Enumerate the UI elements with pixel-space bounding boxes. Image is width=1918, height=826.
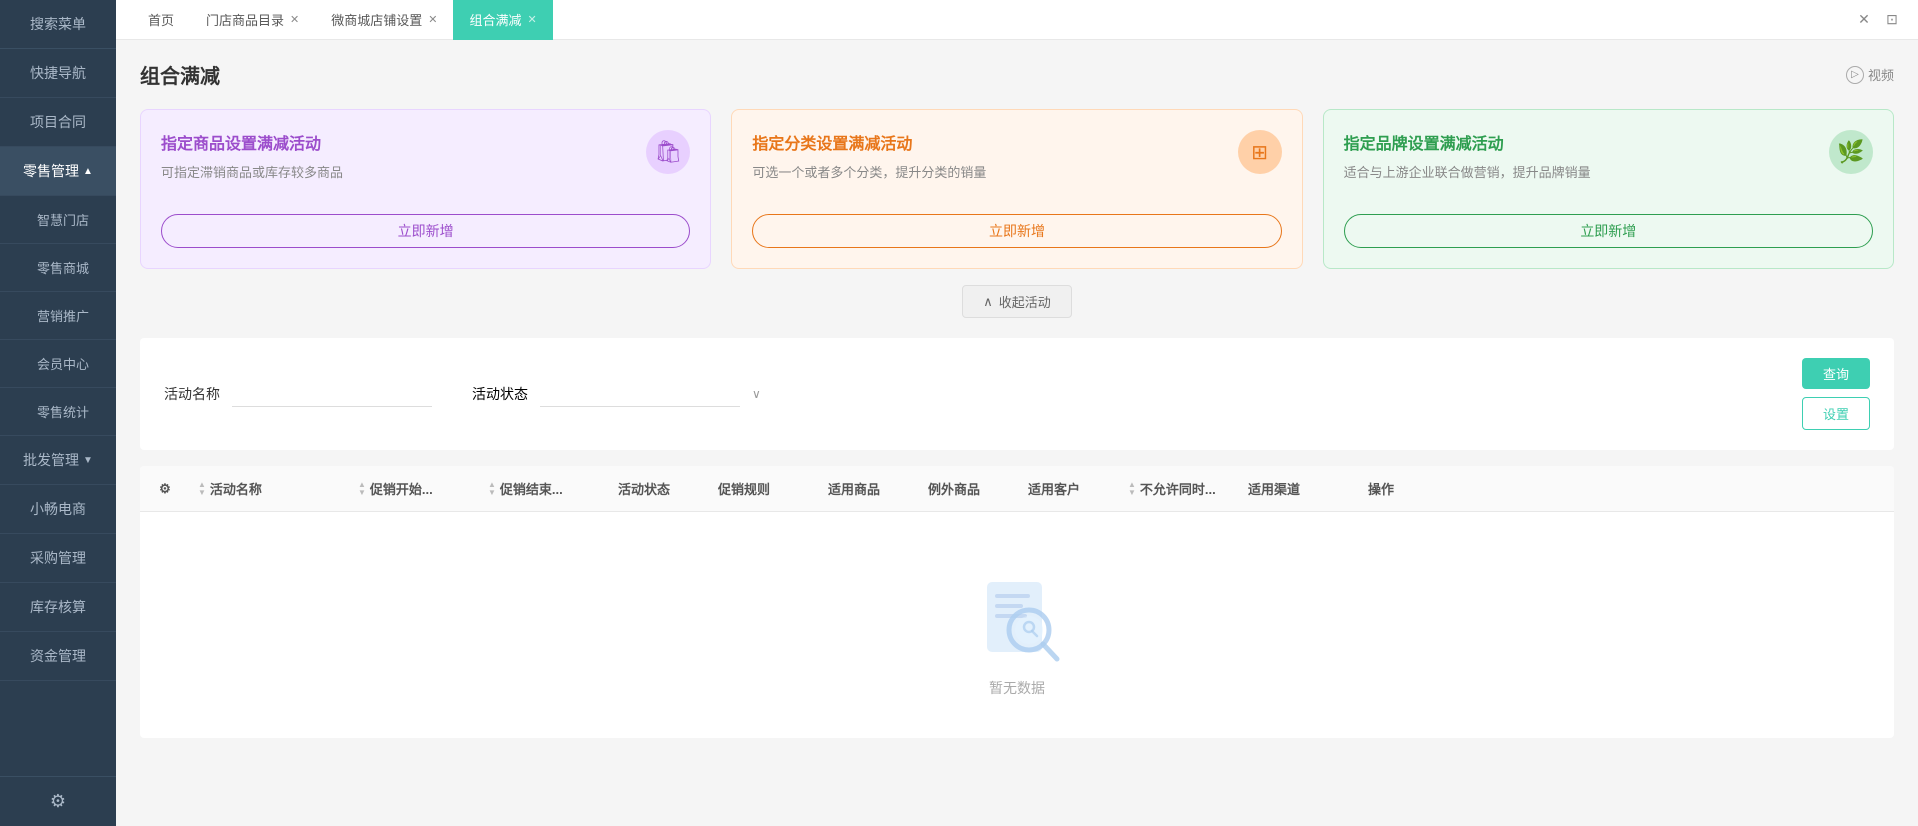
tab-actions: ✕ ⊡ xyxy=(1854,10,1902,30)
category-card-desc: 可选一个或者多个分类，提升分类的销量 xyxy=(752,162,1281,202)
settings-button[interactable]: ⚙ xyxy=(0,776,116,826)
collapse-activities-button[interactable]: ∧ 收起活动 xyxy=(962,285,1072,318)
th-channel: 适用渠道 xyxy=(1240,467,1360,510)
sidebar-item-member-center[interactable]: 会员中心 xyxy=(0,340,116,388)
bag-icon: 🛍 xyxy=(646,130,690,174)
tab-miniapp-store[interactable]: 微商城店铺设置 ✕ xyxy=(315,0,453,40)
search-area: 活动名称 活动状态 全部 进行中 已结束 未开始 ∨ 查询 设置 xyxy=(140,338,1894,450)
sidebar-search[interactable]: 搜索菜单 xyxy=(0,0,116,49)
sidebar: 搜索菜单 快捷导航 项目合同 零售管理 ▲ 智慧门店 零售商城 营销推广 会员中… xyxy=(0,0,116,826)
search-buttons: 查询 设置 xyxy=(1802,358,1870,430)
page-title: 组合满减 xyxy=(140,60,220,89)
settings-icon: ⚙ xyxy=(159,481,171,497)
th-action: 操作 xyxy=(1360,467,1894,510)
sidebar-item-smart-store[interactable]: 智慧门店 xyxy=(0,196,116,244)
tab-store-catalog[interactable]: 门店商品目录 ✕ xyxy=(190,0,315,40)
table-header: ⚙ ▲▼ 活动名称 ▲▼ 促销开始... ▲▼ 促销结束... 活动状态 xyxy=(140,466,1894,512)
sidebar-item-wholesale-mgmt[interactable]: 批发管理 ▼ xyxy=(0,436,116,485)
activity-name-input[interactable] xyxy=(232,382,432,407)
close-icon[interactable]: ✕ xyxy=(290,13,299,26)
video-link[interactable]: ▷ 视频 xyxy=(1846,65,1894,84)
tab-combo-discount[interactable]: 组合满减 ✕ xyxy=(453,0,552,40)
leaf-icon: 🌿 xyxy=(1829,130,1873,174)
th-customer: 适用客户 xyxy=(1020,467,1120,510)
query-button[interactable]: 查询 xyxy=(1802,358,1870,389)
category-card-add-button[interactable]: 立即新增 xyxy=(752,214,1281,248)
sidebar-item-project-contract[interactable]: 项目合同 xyxy=(0,98,116,147)
tab-home[interactable]: 首页 xyxy=(132,0,190,40)
main-area: 首页 门店商品目录 ✕ 微商城店铺设置 ✕ 组合满减 ✕ ✕ ⊡ 组合满减 ▷ … xyxy=(116,0,1918,826)
sidebar-item-xiaochangec[interactable]: 小畅电商 xyxy=(0,485,116,534)
sidebar-item-fund-mgmt[interactable]: 资金管理 xyxy=(0,632,116,681)
th-notallow[interactable]: ▲▼ 不允许同时... xyxy=(1120,467,1240,510)
th-settings[interactable]: ⚙ xyxy=(140,469,190,509)
page-content: 组合满减 ▷ 视频 🛍 指定商品设置满减活动 可指定滞销商品或库存较多商品 立即… xyxy=(116,40,1918,826)
product-card-desc: 可指定滞销商品或库存较多商品 xyxy=(161,162,690,202)
brand-card-title: 指定品牌设置满减活动 xyxy=(1344,130,1873,154)
category-icon: ⊞ xyxy=(1238,130,1282,174)
close-icon[interactable]: ✕ xyxy=(528,13,537,26)
window-close-button[interactable]: ✕ xyxy=(1854,10,1874,30)
product-promo-card: 🛍 指定商品设置满减活动 可指定滞销商品或库存较多商品 立即新增 xyxy=(140,109,711,269)
sidebar-item-retail-stats[interactable]: 零售统计 xyxy=(0,388,116,436)
sidebar-item-marketing[interactable]: 营销推广 xyxy=(0,292,116,340)
brand-card-desc: 适合与上游企业联合做营销，提升品牌销量 xyxy=(1344,162,1873,202)
chevron-up-icon: ▲ xyxy=(83,166,93,177)
brand-card-add-button[interactable]: 立即新增 xyxy=(1344,214,1873,248)
chevron-down-icon: ∨ xyxy=(752,387,761,401)
setting-button[interactable]: 设置 xyxy=(1802,397,1870,430)
th-except: 例外商品 xyxy=(920,467,1020,510)
sidebar-item-retail-mgmt[interactable]: 零售管理 ▲ xyxy=(0,147,116,196)
empty-state: 暂无数据 xyxy=(140,512,1894,738)
collapse-bar: ∧ 收起活动 xyxy=(140,285,1894,318)
th-start[interactable]: ▲▼ 促销开始... xyxy=(350,467,480,510)
sidebar-item-quick-nav[interactable]: 快捷导航 xyxy=(0,49,116,98)
no-data-svg xyxy=(967,572,1077,672)
play-icon: ▷ xyxy=(1846,66,1864,84)
sidebar-item-retail-mall[interactable]: 零售商城 xyxy=(0,244,116,292)
gear-icon: ⚙ xyxy=(50,791,66,811)
th-goods: 适用商品 xyxy=(820,467,920,510)
sort-icon: ▲▼ xyxy=(1128,481,1136,497)
th-end[interactable]: ▲▼ 促销结束... xyxy=(480,467,610,510)
brand-promo-card: 🌿 指定品牌设置满减活动 适合与上游企业联合做营销，提升品牌销量 立即新增 xyxy=(1323,109,1894,269)
page-header: 组合满减 ▷ 视频 xyxy=(140,60,1894,89)
empty-text: 暂无数据 xyxy=(989,678,1045,698)
activity-status-field: 活动状态 全部 进行中 已结束 未开始 ∨ xyxy=(472,382,761,407)
sidebar-item-inventory-calc[interactable]: 库存核算 xyxy=(0,583,116,632)
close-icon[interactable]: ✕ xyxy=(428,13,437,26)
th-activity-name[interactable]: ▲▼ 活动名称 xyxy=(190,467,350,510)
activity-status-select[interactable]: 全部 进行中 已结束 未开始 xyxy=(540,382,740,407)
product-card-title: 指定商品设置满减活动 xyxy=(161,130,690,154)
activity-status-label: 活动状态 xyxy=(472,384,528,404)
table-container: ⚙ ▲▼ 活动名称 ▲▼ 促销开始... ▲▼ 促销结束... 活动状态 xyxy=(140,466,1894,738)
empty-illustration xyxy=(967,572,1067,662)
category-promo-card: ⊞ 指定分类设置满减活动 可选一个或者多个分类，提升分类的销量 立即新增 xyxy=(731,109,1302,269)
product-card-add-button[interactable]: 立即新增 xyxy=(161,214,690,248)
sort-icon: ▲▼ xyxy=(488,481,496,497)
sidebar-item-purchase-mgmt[interactable]: 采购管理 xyxy=(0,534,116,583)
chevron-up-icon: ∧ xyxy=(983,294,993,310)
cards-row: 🛍 指定商品设置满减活动 可指定滞销商品或库存较多商品 立即新增 ⊞ 指定分类设… xyxy=(140,109,1894,269)
window-expand-button[interactable]: ⊡ xyxy=(1882,10,1902,30)
category-card-title: 指定分类设置满减活动 xyxy=(752,130,1281,154)
sort-icon: ▲▼ xyxy=(358,481,366,497)
sort-icon: ▲▼ xyxy=(198,481,206,497)
th-status: 活动状态 xyxy=(610,467,710,510)
activity-name-field: 活动名称 xyxy=(164,382,432,407)
chevron-down-icon: ▼ xyxy=(83,455,93,466)
tabbar: 首页 门店商品目录 ✕ 微商城店铺设置 ✕ 组合满减 ✕ ✕ ⊡ xyxy=(116,0,1918,40)
th-rule: 促销规则 xyxy=(710,467,820,510)
activity-name-label: 活动名称 xyxy=(164,384,220,404)
